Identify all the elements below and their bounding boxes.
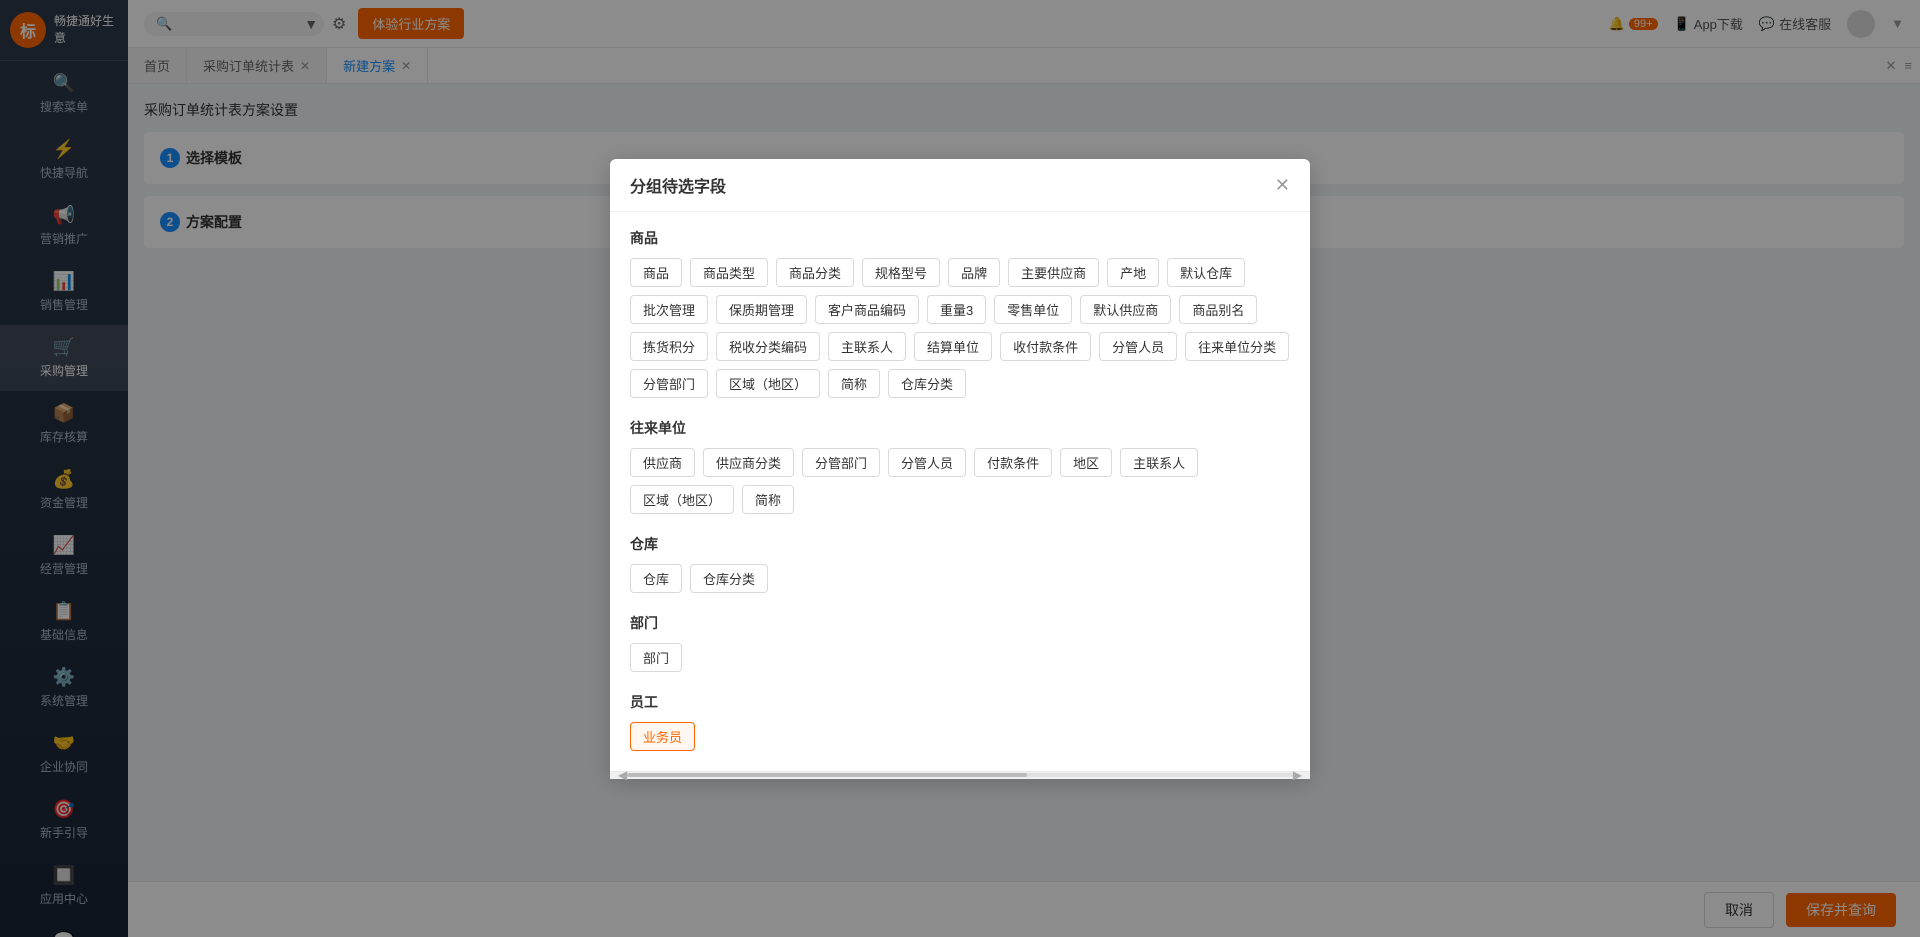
field-tag-产地[interactable]: 产地 — [1107, 258, 1159, 287]
close-icon[interactable]: ✕ — [1275, 176, 1290, 194]
field-tag-品牌[interactable]: 品牌 — [948, 258, 1000, 287]
field-tag-简称[interactable]: 简称 — [828, 369, 880, 398]
field-tag-业务员[interactable]: 业务员 — [630, 722, 695, 751]
field-tag-分管人员[interactable]: 分管人员 — [888, 448, 966, 477]
section-仓库: 仓库仓库仓库分类 — [630, 534, 1290, 593]
field-tag-规格型号[interactable]: 规格型号 — [862, 258, 940, 287]
field-select-dialog: 分组待选字段 ✕ 商品商品商品类型商品分类规格型号品牌主要供应商产地默认仓库批次… — [610, 159, 1310, 779]
field-tag-默认供应商[interactable]: 默认供应商 — [1080, 295, 1171, 324]
field-tag-重量3[interactable]: 重量3 — [927, 295, 986, 324]
field-tag-主联系人[interactable]: 主联系人 — [1120, 448, 1198, 477]
field-tag-默认仓库[interactable]: 默认仓库 — [1167, 258, 1245, 287]
field-tag-主要供应商[interactable]: 主要供应商 — [1008, 258, 1099, 287]
section-title: 仓库 — [630, 534, 1290, 554]
section-title: 部门 — [630, 613, 1290, 633]
field-tag-商品分类[interactable]: 商品分类 — [776, 258, 854, 287]
field-tag-分管部门[interactable]: 分管部门 — [802, 448, 880, 477]
field-tag-主联系人[interactable]: 主联系人 — [828, 332, 906, 361]
field-tag-批次管理[interactable]: 批次管理 — [630, 295, 708, 324]
field-tag-商品别名[interactable]: 商品别名 — [1179, 295, 1257, 324]
field-tag-商品[interactable]: 商品 — [630, 258, 682, 287]
field-tag-付款条件[interactable]: 付款条件 — [974, 448, 1052, 477]
dialog-header: 分组待选字段 ✕ — [610, 159, 1310, 212]
scroll-track — [627, 773, 1293, 777]
section-title: 商品 — [630, 228, 1290, 248]
scroll-thumb — [627, 773, 1026, 777]
section-title: 员工 — [630, 692, 1290, 712]
field-tag-区域（地区）[interactable]: 区域（地区） — [630, 485, 734, 514]
field-tag-简称[interactable]: 简称 — [742, 485, 794, 514]
field-tag-供应商分类[interactable]: 供应商分类 — [703, 448, 794, 477]
field-tag-分管人员[interactable]: 分管人员 — [1099, 332, 1177, 361]
section-商品: 商品商品商品类型商品分类规格型号品牌主要供应商产地默认仓库批次管理保质期管理客户… — [630, 228, 1290, 398]
field-tag-结算单位[interactable]: 结算单位 — [914, 332, 992, 361]
field-tag-保质期管理[interactable]: 保质期管理 — [716, 295, 807, 324]
dialog-scroll-bar: ◀ ▶ — [610, 771, 1310, 779]
section-title: 往来单位 — [630, 418, 1290, 438]
field-tag-部门[interactable]: 部门 — [630, 643, 682, 672]
field-tag-商品类型[interactable]: 商品类型 — [690, 258, 768, 287]
field-tags-container: 业务员 — [630, 722, 1290, 751]
field-tag-仓库[interactable]: 仓库 — [630, 564, 682, 593]
field-tags-container: 供应商供应商分类分管部门分管人员付款条件地区主联系人区域（地区） 简称 — [630, 448, 1290, 514]
field-tag-分管部门[interactable]: 分管部门 — [630, 369, 708, 398]
section-往来单位: 往来单位供应商供应商分类分管部门分管人员付款条件地区主联系人区域（地区） 简称 — [630, 418, 1290, 514]
dialog-body: 商品商品商品类型商品分类规格型号品牌主要供应商产地默认仓库批次管理保质期管理客户… — [610, 212, 1310, 771]
section-员工: 员工业务员 — [630, 692, 1290, 751]
field-tag-区域（地区）[interactable]: 区域（地区） — [716, 369, 820, 398]
field-tag-往来单位分类[interactable]: 往来单位分类 — [1185, 332, 1289, 361]
scroll-right-arrow[interactable]: ▶ — [1293, 768, 1302, 782]
field-tag-供应商[interactable]: 供应商 — [630, 448, 695, 477]
field-tag-仓库分类[interactable]: 仓库分类 — [690, 564, 768, 593]
field-tag-收付款条件[interactable]: 收付款条件 — [1000, 332, 1091, 361]
field-tag-仓库分类[interactable]: 仓库分类 — [888, 369, 966, 398]
scroll-left-arrow[interactable]: ◀ — [618, 768, 627, 782]
field-tag-客户商品编码[interactable]: 客户商品编码 — [815, 295, 919, 324]
field-tag-地区[interactable]: 地区 — [1060, 448, 1112, 477]
dialog-title: 分组待选字段 — [630, 173, 726, 197]
field-tag-零售单位[interactable]: 零售单位 — [994, 295, 1072, 324]
field-tag-拣货积分[interactable]: 拣货积分 — [630, 332, 708, 361]
field-tags-container: 商品商品类型商品分类规格型号品牌主要供应商产地默认仓库批次管理保质期管理客户商品… — [630, 258, 1290, 398]
field-tags-container: 仓库仓库分类 — [630, 564, 1290, 593]
section-部门: 部门部门 — [630, 613, 1290, 672]
field-tags-container: 部门 — [630, 643, 1290, 672]
field-tag-税收分类编码[interactable]: 税收分类编码 — [716, 332, 820, 361]
